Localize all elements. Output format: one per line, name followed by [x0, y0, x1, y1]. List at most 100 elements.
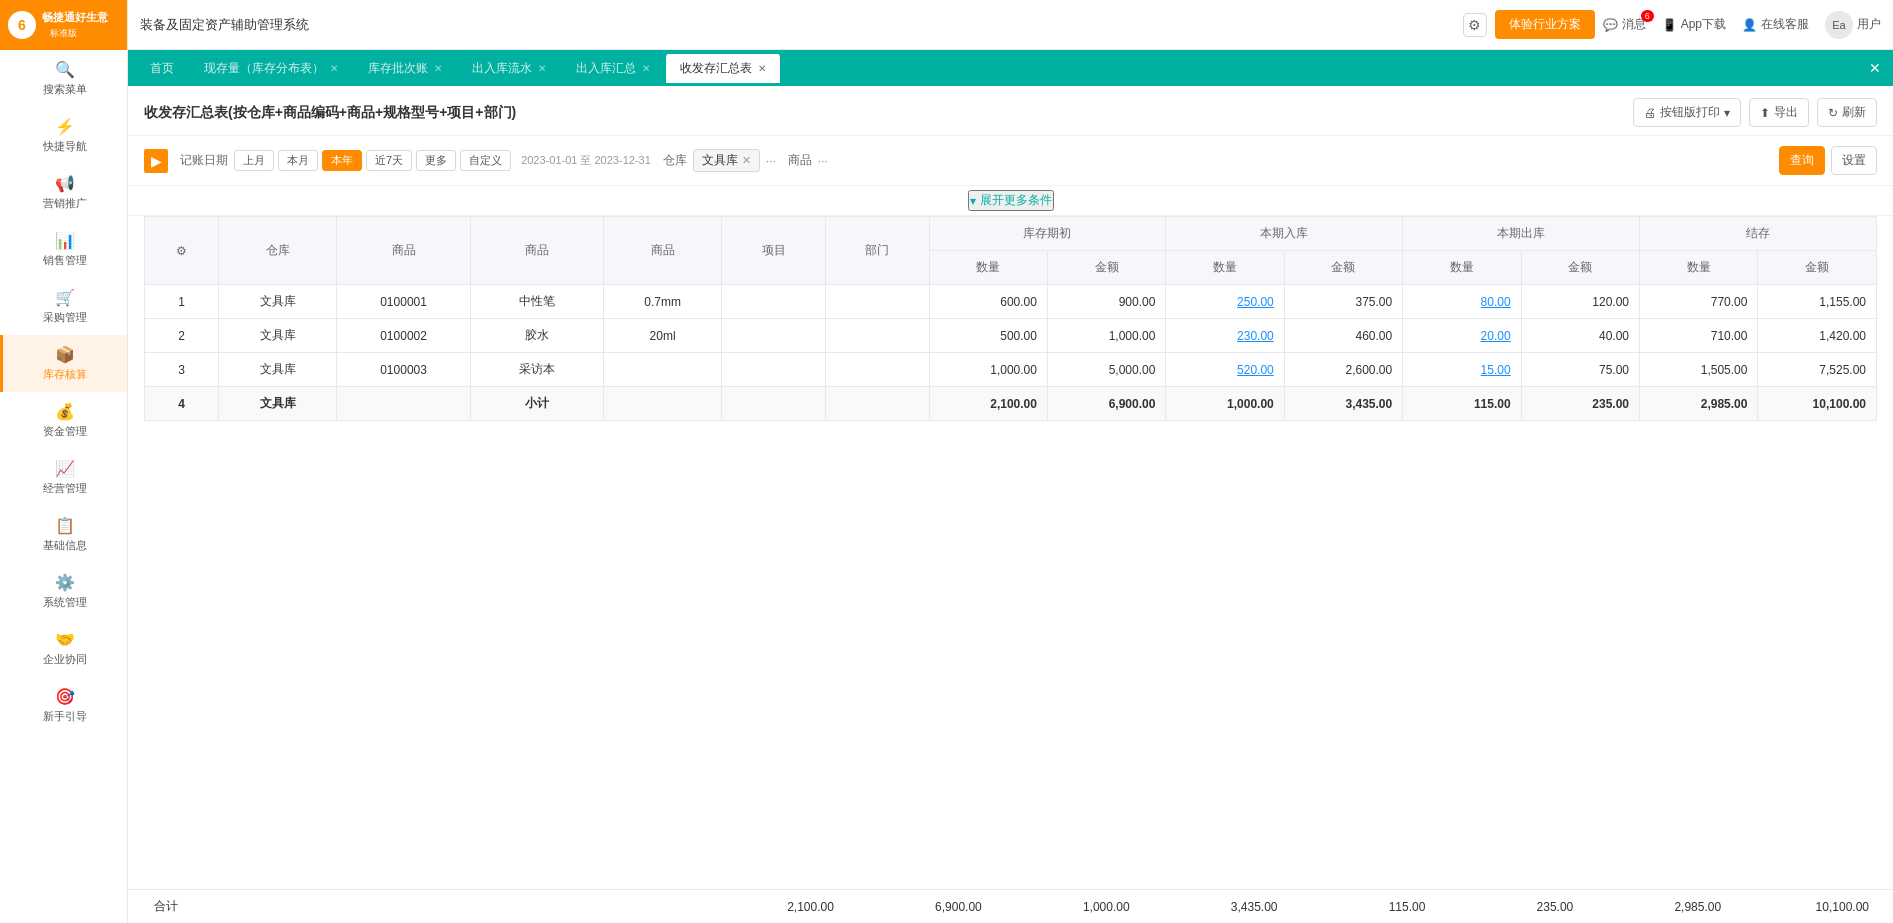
cell-spec [603, 387, 721, 421]
warehouse-label: 仓库 [663, 152, 687, 169]
cell-bal-amt: 7,525.00 [1758, 353, 1877, 387]
tab-4[interactable]: 出入库汇总✕ [562, 54, 664, 83]
sidebar-item-purchase[interactable]: 🛒采购管理 [0, 278, 127, 335]
cell-out-qty: 115.00 [1403, 387, 1521, 421]
tab-bar-close[interactable]: ✕ [1865, 56, 1885, 80]
col-header-init-group: 库存期初 [929, 217, 1166, 251]
cell-init-amt: 6,900.00 [1047, 387, 1165, 421]
sidebar-item-quick-nav[interactable]: ⚡快捷导航 [0, 107, 127, 164]
tab-bar: 首页现存量（库存分布表）✕库存批次账✕出入库流水✕出入库汇总✕收发存汇总表✕✕ [128, 50, 1893, 86]
sidebar-item-system[interactable]: ⚙️系统管理 [0, 563, 127, 620]
col-header-out-amt: 金额 [1521, 251, 1639, 285]
sidebar-item-operation[interactable]: 📈经营管理 [0, 449, 127, 506]
cell-project [722, 319, 826, 353]
page-content: 收发存汇总表(按仓库+商品编码+商品+规格型号+项目+部门) 🖨 按钮版打印 ▾… [128, 86, 1893, 923]
date-btn-本月[interactable]: 本月 [278, 150, 318, 171]
app-download-action[interactable]: 📱 App下载 [1662, 16, 1726, 33]
goods-more[interactable]: ··· [818, 154, 828, 168]
tab-label-1: 现存量（库存分布表） [204, 60, 324, 77]
cell-bal-qty: 1,505.00 [1640, 353, 1758, 387]
cell-seq: 1 [145, 285, 219, 319]
tab-label-2: 库存批次账 [368, 60, 428, 77]
logo: 6 畅捷通好生意 标准版 [0, 0, 127, 50]
online-service-action[interactable]: 👤 在线客服 [1742, 16, 1809, 33]
cell-project [722, 353, 826, 387]
tab-2[interactable]: 库存批次账 ✕ [354, 54, 456, 83]
cell-code: 0100002 [337, 319, 470, 353]
export-button[interactable]: ⬆ 导出 [1749, 98, 1809, 127]
cell-out-amt: 120.00 [1521, 285, 1639, 319]
refresh-button[interactable]: ↻ 刷新 [1817, 98, 1877, 127]
col-header-in-group: 本期入库 [1166, 217, 1403, 251]
logo-text: 畅捷通好生意 标准版 [42, 10, 108, 40]
message-action[interactable]: 💬 消息 6 [1603, 16, 1646, 33]
sidebar-item-basic-info[interactable]: 📋基础信息 [0, 506, 127, 563]
quick-nav-icon: ⚡ [55, 117, 75, 136]
warehouse-tag[interactable]: 文具库 ✕ [693, 149, 760, 172]
tab-close-2[interactable]: ✕ [434, 63, 442, 74]
warehouse-tag-close[interactable]: ✕ [742, 154, 751, 167]
cell-out-qty[interactable]: 20.00 [1403, 319, 1521, 353]
footer-init-amt: 6,900.00 [842, 900, 990, 914]
settings-filter-button[interactable]: 设置 [1831, 146, 1877, 175]
refresh-label: 刷新 [1842, 104, 1866, 121]
tab-label-0: 首页 [150, 60, 174, 77]
cell-out-qty[interactable]: 80.00 [1403, 285, 1521, 319]
user-label: 用户 [1857, 16, 1881, 33]
warehouse-more[interactable]: ··· [766, 154, 776, 168]
cell-warehouse: 文具库 [219, 387, 337, 421]
sidebar-item-finance[interactable]: 💰资金管理 [0, 392, 127, 449]
sidebar-item-marketing[interactable]: 📢营销推广 [0, 164, 127, 221]
col-header-out-group: 本期出库 [1403, 217, 1640, 251]
sidebar-item-guide[interactable]: 🎯新手引导 [0, 677, 127, 734]
sidebar-label-basic-info: 基础信息 [43, 538, 87, 553]
col-header-settings[interactable]: ⚙ [145, 217, 219, 285]
tab-3[interactable]: 出入库流水✕ [458, 54, 560, 83]
cell-out-qty[interactable]: 15.00 [1403, 353, 1521, 387]
table-row: 3 文具库 0100003 采访本 1,000.00 5,000.00 520.… [145, 353, 1877, 387]
expand-label: 展开更多条件 [980, 192, 1052, 209]
tab-close-3[interactable]: ✕ [538, 63, 546, 74]
cell-init-qty: 600.00 [929, 285, 1047, 319]
sidebar-item-enterprise[interactable]: 🤝企业协同 [0, 620, 127, 677]
date-btn-自定义[interactable]: 自定义 [460, 150, 511, 171]
date-btn-上月[interactable]: 上月 [234, 150, 274, 171]
sidebar-item-search[interactable]: 🔍搜索菜单 [0, 50, 127, 107]
enterprise-icon: 🤝 [55, 630, 75, 649]
user-action[interactable]: Ea 用户 [1825, 11, 1881, 39]
col-header-bal-amt: 金额 [1758, 251, 1877, 285]
trial-button[interactable]: 体验行业方案 [1495, 10, 1595, 39]
sidebar-label-system: 系统管理 [43, 595, 87, 610]
logo-icon: 6 [8, 11, 36, 39]
cell-seq: 2 [145, 319, 219, 353]
date-btn-更多[interactable]: 更多 [416, 150, 456, 171]
tab-0[interactable]: 首页 [136, 54, 188, 83]
cell-in-qty[interactable]: 230.00 [1166, 319, 1284, 353]
finance-icon: 💰 [55, 402, 75, 421]
cell-code: 0100003 [337, 353, 470, 387]
date-btn-本年[interactable]: 本年 [322, 150, 362, 171]
page-header: 收发存汇总表(按仓库+商品编码+商品+规格型号+项目+部门) 🖨 按钮版打印 ▾… [128, 86, 1893, 136]
tab-5[interactable]: 收发存汇总表✕ [666, 54, 780, 83]
expand-more-button[interactable]: ▾ 展开更多条件 [968, 190, 1054, 211]
tab-1[interactable]: 现存量（库存分布表） ✕ [190, 54, 352, 83]
filter-expand-button[interactable]: ▶ [144, 149, 168, 173]
cell-init-qty: 2,100.00 [929, 387, 1047, 421]
cell-in-qty[interactable]: 250.00 [1166, 285, 1284, 319]
tab-close-1[interactable]: ✕ [330, 63, 338, 74]
tab-close-4[interactable]: ✕ [642, 63, 650, 74]
cell-bal-qty: 770.00 [1640, 285, 1758, 319]
tab-close-5[interactable]: ✕ [758, 63, 766, 74]
col-header-out-qty: 数量 [1403, 251, 1521, 285]
print-button[interactable]: 🖨 按钮版打印 ▾ [1633, 98, 1741, 127]
date-filter-group: 记账日期 上月本月本年近7天更多自定义 2023-01-01 至 2023-12… [180, 150, 651, 171]
sidebar-item-inventory[interactable]: 📦库存核算 [0, 335, 127, 392]
settings-icon[interactable]: ⚙ [1463, 13, 1487, 37]
col-header-project: 项目 [722, 217, 826, 285]
purchase-icon: 🛒 [55, 288, 75, 307]
sidebar-item-sales[interactable]: 📊销售管理 [0, 221, 127, 278]
cell-in-qty[interactable]: 520.00 [1166, 353, 1284, 387]
date-btn-近7天[interactable]: 近7天 [366, 150, 412, 171]
goods-label: 商品 [788, 152, 812, 169]
search-button[interactable]: 查询 [1779, 146, 1825, 175]
